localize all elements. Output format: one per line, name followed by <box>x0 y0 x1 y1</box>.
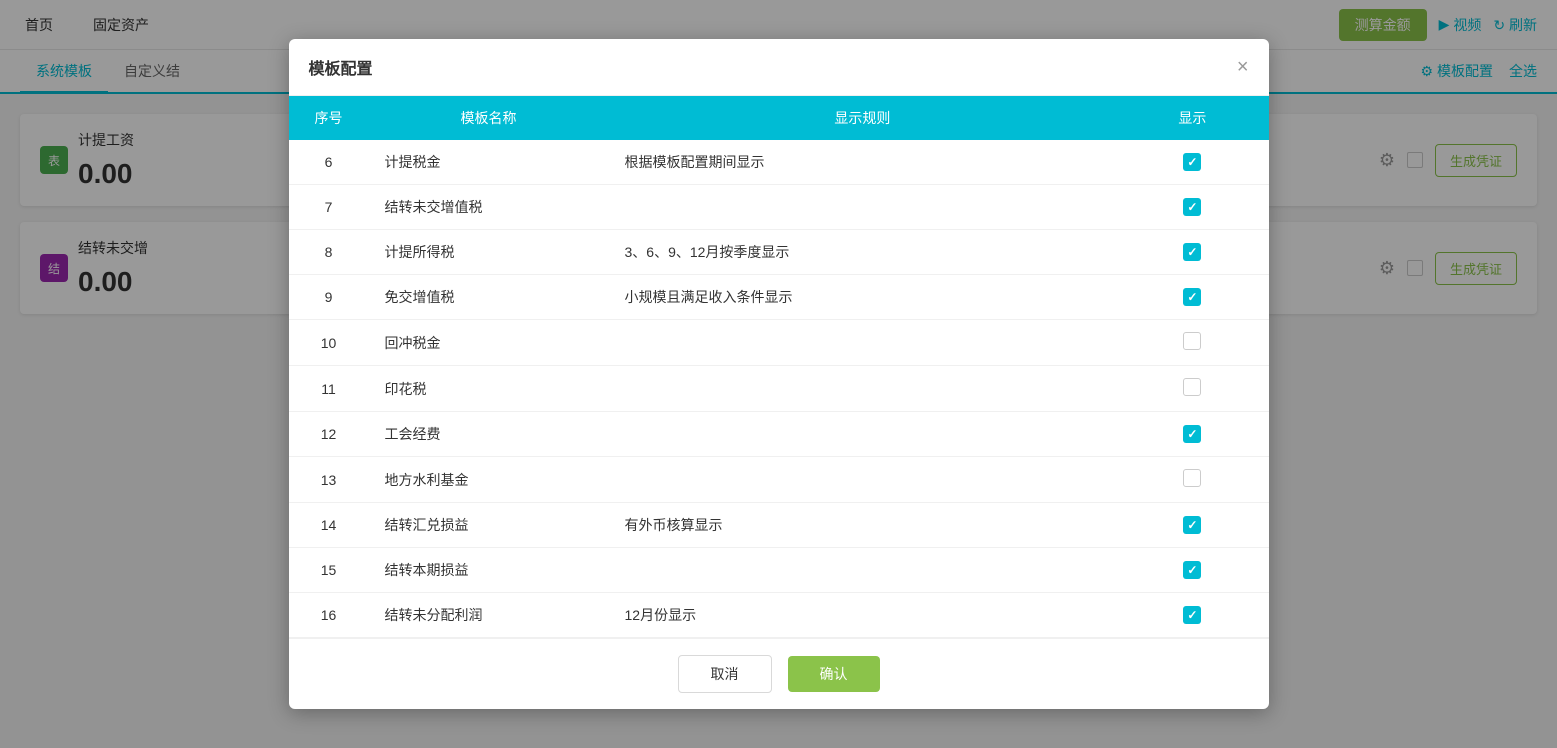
cell-checkbox <box>1116 320 1268 366</box>
cell-rule <box>609 366 1117 412</box>
col-index: 序号 <box>289 96 369 140</box>
col-display: 显示 <box>1116 96 1268 140</box>
cell-rule: 3、6、9、12月按季度显示 <box>609 230 1117 275</box>
table-row: 15结转本期损益 <box>289 548 1269 593</box>
cell-rule: 12月份显示 <box>609 593 1117 638</box>
table-scroll-area[interactable]: 序号 模板名称 显示规则 显示 6计提税金根据模板配置期间显示7结转未交增值税8… <box>289 96 1269 638</box>
cell-name: 结转未分配利润 <box>369 593 609 638</box>
cell-index: 6 <box>289 140 369 185</box>
table-body: 6计提税金根据模板配置期间显示7结转未交增值税8计提所得税3、6、9、12月按季… <box>289 140 1269 638</box>
checkbox-checked[interactable] <box>1183 516 1201 534</box>
checkbox-checked[interactable] <box>1183 425 1201 443</box>
cell-index: 15 <box>289 548 369 593</box>
checkbox-checked[interactable] <box>1183 606 1201 624</box>
checkbox-checked[interactable] <box>1183 561 1201 579</box>
cell-name: 工会经费 <box>369 412 609 457</box>
cell-name: 结转本期损益 <box>369 548 609 593</box>
cell-index: 7 <box>289 185 369 230</box>
modal-body: 序号 模板名称 显示规则 显示 6计提税金根据模板配置期间显示7结转未交增值税8… <box>289 96 1269 638</box>
cell-rule: 根据模板配置期间显示 <box>609 140 1117 185</box>
cell-rule <box>609 320 1117 366</box>
cell-rule <box>609 412 1117 457</box>
cell-name: 免交增值税 <box>369 275 609 320</box>
cell-checkbox <box>1116 593 1268 638</box>
cell-checkbox <box>1116 548 1268 593</box>
modal-footer: 取消 确认 <box>289 638 1269 709</box>
checkbox-checked[interactable] <box>1183 288 1201 306</box>
modal-overlay: 模板配置 × 序号 模板名称 显示规则 显示 6计提税金根据模板配置期间显 <box>0 0 1557 748</box>
checkbox-checked[interactable] <box>1183 198 1201 216</box>
cell-checkbox <box>1116 185 1268 230</box>
modal-title: 模板配置 <box>309 55 373 79</box>
cell-name: 地方水利基金 <box>369 457 609 503</box>
col-rule: 显示规则 <box>609 96 1117 140</box>
table-row: 16结转未分配利润12月份显示 <box>289 593 1269 638</box>
cell-name: 回冲税金 <box>369 320 609 366</box>
cell-checkbox <box>1116 140 1268 185</box>
modal-header: 模板配置 × <box>289 39 1269 96</box>
cell-index: 9 <box>289 275 369 320</box>
cell-index: 13 <box>289 457 369 503</box>
table-row: 13地方水利基金 <box>289 457 1269 503</box>
confirm-button[interactable]: 确认 <box>788 656 880 692</box>
table-header: 序号 模板名称 显示规则 显示 <box>289 96 1269 140</box>
template-config-modal: 模板配置 × 序号 模板名称 显示规则 显示 6计提税金根据模板配置期间显 <box>289 39 1269 709</box>
cell-rule <box>609 185 1117 230</box>
checkbox-unchecked[interactable] <box>1183 378 1201 396</box>
cancel-button[interactable]: 取消 <box>678 655 772 693</box>
table-row: 10回冲税金 <box>289 320 1269 366</box>
cell-name: 结转汇兑损益 <box>369 503 609 548</box>
cell-index: 16 <box>289 593 369 638</box>
cell-name: 计提税金 <box>369 140 609 185</box>
checkbox-checked[interactable] <box>1183 243 1201 261</box>
checkbox-checked[interactable] <box>1183 153 1201 171</box>
cell-checkbox <box>1116 366 1268 412</box>
checkbox-unchecked[interactable] <box>1183 469 1201 487</box>
cell-checkbox <box>1116 230 1268 275</box>
modal-close-button[interactable]: × <box>1237 57 1249 77</box>
cell-rule <box>609 457 1117 503</box>
table-row: 8计提所得税3、6、9、12月按季度显示 <box>289 230 1269 275</box>
table-row: 9免交增值税小规模且满足收入条件显示 <box>289 275 1269 320</box>
table-row: 7结转未交增值税 <box>289 185 1269 230</box>
cell-checkbox <box>1116 457 1268 503</box>
table-row: 11印花税 <box>289 366 1269 412</box>
table-row: 6计提税金根据模板配置期间显示 <box>289 140 1269 185</box>
cell-index: 10 <box>289 320 369 366</box>
col-name: 模板名称 <box>369 96 609 140</box>
cell-checkbox <box>1116 503 1268 548</box>
cell-name: 印花税 <box>369 366 609 412</box>
cell-rule: 有外币核算显示 <box>609 503 1117 548</box>
cell-index: 14 <box>289 503 369 548</box>
cell-name: 计提所得税 <box>369 230 609 275</box>
cell-index: 12 <box>289 412 369 457</box>
table-row: 12工会经费 <box>289 412 1269 457</box>
cell-rule: 小规模且满足收入条件显示 <box>609 275 1117 320</box>
cell-index: 11 <box>289 366 369 412</box>
checkbox-unchecked[interactable] <box>1183 332 1201 350</box>
cell-checkbox <box>1116 412 1268 457</box>
cell-index: 8 <box>289 230 369 275</box>
cell-name: 结转未交增值税 <box>369 185 609 230</box>
config-table: 序号 模板名称 显示规则 显示 6计提税金根据模板配置期间显示7结转未交增值税8… <box>289 96 1269 638</box>
cell-checkbox <box>1116 275 1268 320</box>
cell-rule <box>609 548 1117 593</box>
table-row: 14结转汇兑损益有外币核算显示 <box>289 503 1269 548</box>
